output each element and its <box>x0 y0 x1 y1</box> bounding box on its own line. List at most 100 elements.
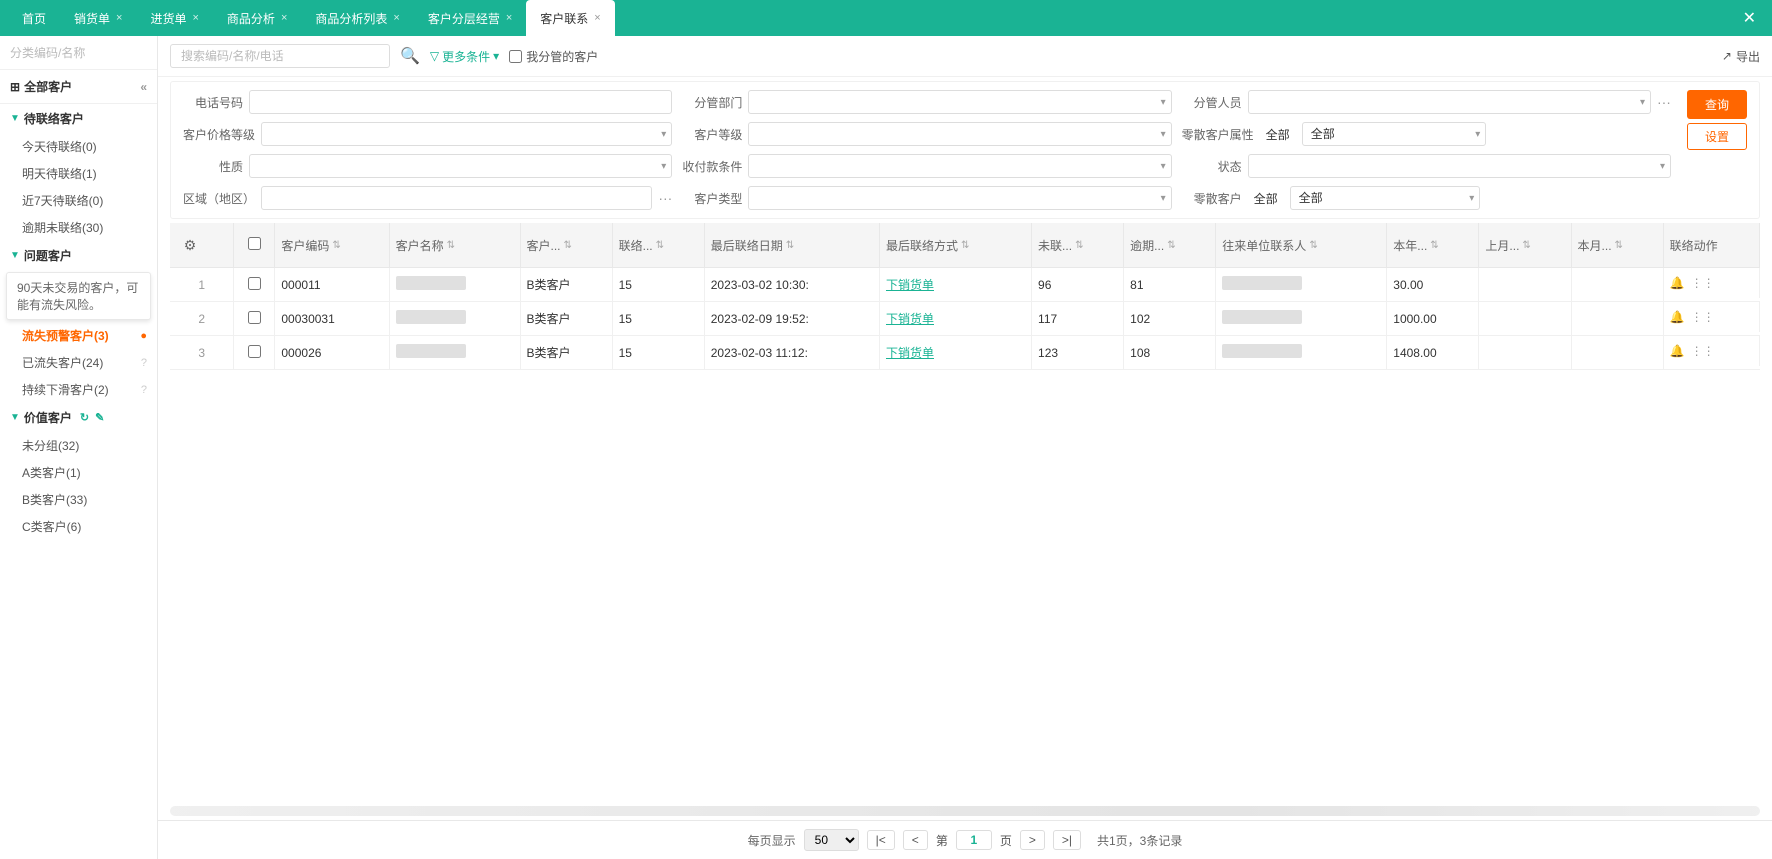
sidebar-group-pending[interactable]: ▼ 待联络客户 <box>0 104 157 133</box>
gear-settings-btn[interactable]: ⚙ <box>176 231 204 259</box>
region-more-btn[interactable]: ··· <box>658 190 672 206</box>
sidebar-item-tomorrow[interactable]: 明天待联络(1) <box>0 160 157 187</box>
more-conditions-btn[interactable]: ▽ 更多条件 ▾ <box>430 48 499 65</box>
tab-analysis[interactable]: 商品分析 × <box>213 0 301 36</box>
tab-sales-close[interactable]: × <box>116 12 122 24</box>
tab-sales[interactable]: 销货单 × <box>60 0 136 36</box>
tab-home[interactable]: 首页 <box>8 0 60 36</box>
tab-analysis-close[interactable]: × <box>281 12 287 24</box>
last-page-btn[interactable]: >| <box>1053 830 1081 850</box>
collapse-icon[interactable]: « <box>140 80 147 94</box>
row-checkbox-0[interactable] <box>234 268 275 302</box>
search-input[interactable] <box>170 44 390 68</box>
th-last-month[interactable]: 上月...⇅ <box>1479 223 1571 268</box>
sidebar-item-overdue[interactable]: 逾期未联络(30) <box>0 214 157 241</box>
sidebar-search-input[interactable] <box>10 46 158 60</box>
table-body: 1 000011 B类客户 15 2023-03-02 10:30: 下销货单 … <box>170 268 1760 370</box>
row-checkbox-1[interactable] <box>234 302 275 336</box>
export-button[interactable]: ↗ 导出 <box>1722 48 1760 65</box>
row-checkbox-2[interactable] <box>234 336 275 370</box>
sidebar-all-customers[interactable]: ⊞ 全部客户 « <box>0 70 157 104</box>
tab-customer-contact-close[interactable]: × <box>594 12 600 24</box>
th-code[interactable]: 客户编码⇅ <box>275 223 389 268</box>
person-more-btn[interactable]: ··· <box>1657 94 1671 110</box>
th-no-contact[interactable]: 未联...⇅ <box>1032 223 1124 268</box>
sidebar-group-value[interactable]: ▼ 价值客户 ↻ ✎ <box>0 403 157 432</box>
row-last-method-2[interactable]: 下销货单 <box>879 336 1031 370</box>
sidebar-item-c-class[interactable]: C类客户(6) <box>0 513 157 540</box>
th-contact[interactable]: 联络...⇅ <box>612 223 704 268</box>
select-all-checkbox[interactable] <box>248 237 261 250</box>
my-customers-check[interactable] <box>509 50 522 63</box>
horizontal-scrollbar[interactable] <box>170 806 1760 816</box>
th-last-method[interactable]: 最后联络方式⇅ <box>879 223 1031 268</box>
level-select[interactable] <box>748 122 1171 146</box>
prev-page-btn[interactable]: < <box>903 830 928 850</box>
refresh-icon[interactable]: ↻ <box>80 411 89 424</box>
arrow-icon-3: ▼ <box>10 412 20 423</box>
first-page-btn[interactable]: |< <box>867 830 895 850</box>
sidebar-item-churned[interactable]: 已流失客户(24) ? <box>0 349 157 376</box>
dept-select[interactable] <box>748 90 1171 114</box>
filter-cell-nature: 性质 ▾ <box>183 154 672 178</box>
close-all-tabs[interactable]: ✕ <box>1735 8 1764 28</box>
action-more-icon[interactable]: ⋮⋮ <box>1691 276 1715 290</box>
search-button[interactable]: 🔍 <box>400 46 420 66</box>
tab-purchase[interactable]: 进货单 × <box>136 0 212 36</box>
customer-type-select[interactable] <box>748 186 1171 210</box>
tab-analysis-list-close[interactable]: × <box>393 12 399 24</box>
th-contact-person[interactable]: 往来单位联系人⇅ <box>1216 223 1387 268</box>
person-select[interactable] <box>1248 90 1651 114</box>
row-last-method-0[interactable]: 下销货单 <box>879 268 1031 302</box>
th-this-month[interactable]: 本月...⇅ <box>1571 223 1663 268</box>
action-more-icon[interactable]: ⋮⋮ <box>1691 344 1715 358</box>
sidebar-item-ungroup[interactable]: 未分组(32) <box>0 432 157 459</box>
my-customers-checkbox[interactable]: 我分管的客户 <box>509 48 598 65</box>
nature-select[interactable] <box>249 154 672 178</box>
sidebar-item-a-class[interactable]: A类客户(1) <box>0 459 157 486</box>
edit-icon[interactable]: ✎ <box>95 411 104 424</box>
sidebar-item-7days[interactable]: 近7天待联络(0) <box>0 187 157 214</box>
row-last-method-1[interactable]: 下销货单 <box>879 302 1031 336</box>
sidebar-group-problem[interactable]: ▼ 问题客户 <box>0 241 157 270</box>
row-no-contact-2: 123 <box>1032 336 1124 370</box>
my-customers-label: 我分管的客户 <box>526 48 598 65</box>
tab-customer-layer-close[interactable]: × <box>506 12 512 24</box>
th-name[interactable]: 客户名称⇅ <box>389 223 520 268</box>
tab-analysis-list[interactable]: 商品分析列表 × <box>301 0 413 36</box>
action-contact-icon[interactable]: 🔔 <box>1670 310 1685 324</box>
next-page-btn[interactable]: > <box>1020 830 1045 850</box>
per-page-select[interactable]: 50 100 <box>804 829 859 851</box>
row-action-1[interactable]: 🔔 ⋮⋮ <box>1664 302 1760 332</box>
query-button[interactable]: 查询 <box>1687 90 1747 119</box>
sparse-attr-select[interactable]: 全部 <box>1302 122 1487 146</box>
th-overdue[interactable]: 逾期...⇅ <box>1124 223 1216 268</box>
tab-purchase-close[interactable]: × <box>192 12 198 24</box>
content-area: 🔍 ▽ 更多条件 ▾ 我分管的客户 ↗ 导出 <box>158 36 1772 859</box>
tab-customer-layer[interactable]: 客户分层经营 × <box>414 0 526 36</box>
sidebar-item-declining[interactable]: 持续下滑客户(2) ? <box>0 376 157 403</box>
th-type[interactable]: 客户...⇅ <box>520 223 612 268</box>
sparse-select[interactable]: 全部 <box>1290 186 1481 210</box>
status-select[interactable] <box>1248 154 1671 178</box>
th-last-date[interactable]: 最后联络日期⇅ <box>704 223 879 268</box>
page-input[interactable] <box>956 830 992 850</box>
tab-customer-contact[interactable]: 客户联系 × <box>526 0 614 36</box>
payment-select[interactable] <box>748 154 1171 178</box>
export-icon: ↗ <box>1722 49 1732 63</box>
sidebar-item-b-class[interactable]: B类客户(33) <box>0 486 157 513</box>
chevron-down-icon: ▾ <box>493 49 499 63</box>
sidebar-item-churn-warning[interactable]: 流失预警客户(3) ● <box>0 322 157 349</box>
row-action-2[interactable]: 🔔 ⋮⋮ <box>1664 336 1760 366</box>
th-year-amount[interactable]: 本年...⇅ <box>1387 223 1479 268</box>
sidebar-item-today[interactable]: 今天待联络(0) <box>0 133 157 160</box>
action-more-icon[interactable]: ⋮⋮ <box>1691 310 1715 324</box>
price-level-select[interactable] <box>261 122 672 146</box>
region-input[interactable] <box>261 186 652 210</box>
row-action-0[interactable]: 🔔 ⋮⋮ <box>1664 268 1760 298</box>
action-contact-icon[interactable]: 🔔 <box>1670 344 1685 358</box>
phone-input[interactable] <box>249 90 672 114</box>
row-no-contact-0: 96 <box>1032 268 1124 302</box>
action-contact-icon[interactable]: 🔔 <box>1670 276 1685 290</box>
settings-button[interactable]: 设置 <box>1687 123 1747 150</box>
